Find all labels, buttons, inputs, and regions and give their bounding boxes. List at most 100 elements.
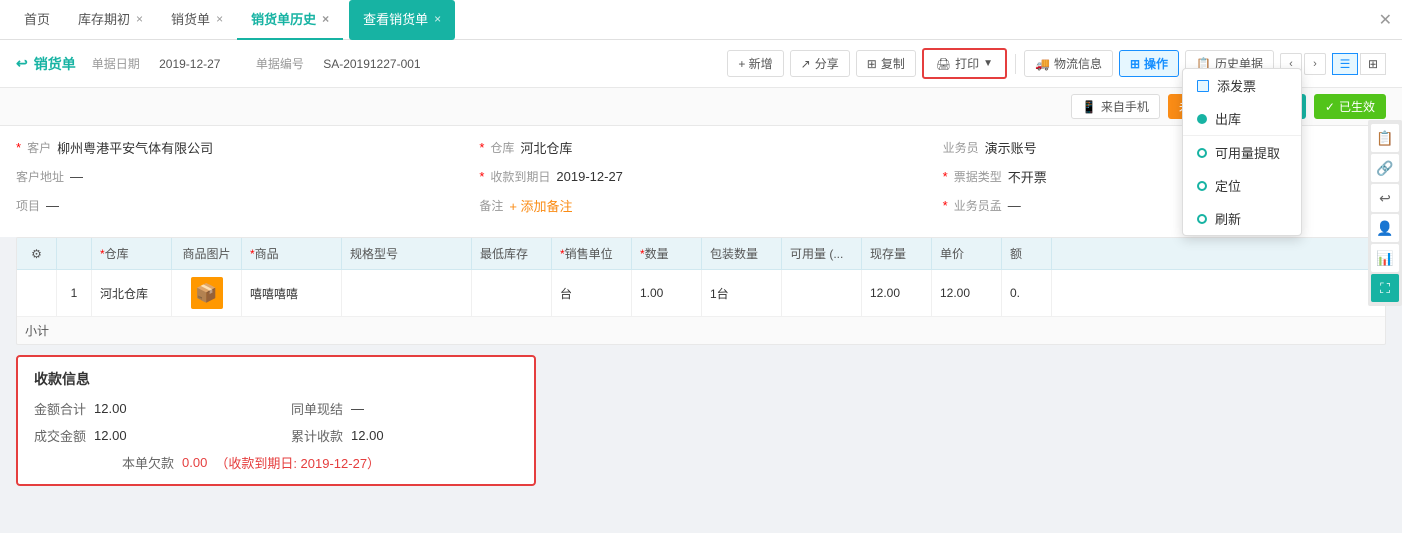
sidebar-link-icon[interactable]: 🔗 bbox=[1371, 154, 1399, 182]
same-order-item: 同单现结 — bbox=[291, 399, 518, 418]
add-note-button[interactable]: + 添加备注 bbox=[509, 196, 572, 215]
warehouse-field: * 仓库 河北仓库 bbox=[479, 138, 922, 157]
owed-item: 本单欠款 0.00 （收款到期日: 2019-12-27） bbox=[34, 453, 518, 472]
salesperson-label: 业务员 bbox=[943, 139, 979, 156]
sidebar-chart-icon[interactable]: 📊 bbox=[1371, 244, 1399, 272]
address-field: 客户地址 — bbox=[16, 168, 459, 185]
th-qty: * 数量 bbox=[632, 238, 702, 269]
deal-amount-value: 12.00 bbox=[94, 428, 127, 443]
dropdown-locate[interactable]: 定位 bbox=[1183, 169, 1301, 202]
dropdown-refresh[interactable]: 刷新 bbox=[1183, 202, 1301, 235]
total-value: 12.00 bbox=[94, 401, 127, 416]
sidebar-user-icon[interactable]: 👤 bbox=[1371, 214, 1399, 242]
note-label: 备注 bbox=[479, 197, 503, 214]
effective-button[interactable]: ✓ 已生效 bbox=[1314, 94, 1386, 119]
td-avail bbox=[782, 270, 862, 316]
date-value: 2019-12-27 bbox=[159, 57, 220, 71]
owed-value: 0.00 bbox=[182, 455, 207, 470]
copy-icon: ⊞ bbox=[867, 57, 877, 71]
no-value: SA-20191227-001 bbox=[323, 57, 420, 71]
form-row-2: 客户地址 — * 收款到期日 2019-12-27 * 票据类型 不开票 bbox=[16, 167, 1386, 186]
from-phone-button[interactable]: 📱 来自手机 bbox=[1071, 94, 1160, 119]
td-spec bbox=[342, 270, 472, 316]
td-price: 12.00 bbox=[932, 270, 1002, 316]
same-order-label: 同单现结 bbox=[291, 399, 343, 418]
cumulative-value: 12.00 bbox=[351, 428, 384, 443]
salesperson2-field: * 业务员孟 — bbox=[943, 197, 1386, 214]
dropdown-avail[interactable]: 可用量提取 bbox=[1183, 136, 1301, 169]
tab-bar: 首页 库存期初 × 销货单 × 销货单历史 × 查看销货单 × ✕ bbox=[0, 0, 1402, 40]
product-table: ⚙ * 仓库 商品图片 * 商品 规格型号 最低库存 * 销售单位 * 数量 包… bbox=[16, 237, 1386, 345]
required-mark2: * bbox=[479, 140, 484, 155]
tab-close-sales[interactable]: × bbox=[216, 12, 223, 26]
td-product: 嘻嘻嘻嘻 bbox=[242, 270, 342, 316]
cumulative-label: 累计收款 bbox=[291, 426, 343, 445]
form-row-1: * 客户 柳州粤港平安气体有限公司 * 仓库 河北仓库 业务员 演示账号 bbox=[16, 138, 1386, 157]
print-button[interactable]: 🖨 打印 ▼ bbox=[926, 51, 1003, 76]
customer-label: 客户 bbox=[27, 139, 51, 156]
th-warehouse: * 仓库 bbox=[92, 238, 172, 269]
th-product: * 商品 bbox=[242, 238, 342, 269]
tab-close-view[interactable]: × bbox=[434, 12, 441, 26]
tab-init-inventory[interactable]: 库存期初 × bbox=[64, 0, 157, 40]
form-header-left: ↩ 销货单 单据日期 2019-12-27 单据编号 SA-20191227-0… bbox=[16, 54, 437, 74]
list-view-button[interactable]: ☰ bbox=[1332, 53, 1358, 75]
share-button[interactable]: ↗ 分享 bbox=[790, 50, 850, 77]
th-extra: 额 bbox=[1002, 238, 1052, 269]
tab-close-history[interactable]: × bbox=[322, 12, 329, 26]
date-label: 单据日期 bbox=[92, 57, 140, 71]
th-spec: 规格型号 bbox=[342, 238, 472, 269]
project-field: 项目 — bbox=[16, 197, 459, 214]
td-warehouse: 河北仓库 bbox=[92, 270, 172, 316]
total-item: 金额合计 12.00 bbox=[34, 399, 261, 418]
sidebar-return-icon[interactable]: ↩ bbox=[1371, 184, 1399, 212]
salesperson2-label: 业务员孟 bbox=[954, 197, 1002, 214]
form-icon: ↩ bbox=[16, 55, 28, 72]
form-row-3: 项目 — 备注 + 添加备注 * 业务员孟 — bbox=[16, 196, 1386, 215]
logistics-button[interactable]: 🚚 物流信息 bbox=[1024, 50, 1113, 77]
print-dropdown-icon: ▼ bbox=[983, 58, 993, 69]
copy-button[interactable]: ⊞ 复制 bbox=[856, 50, 916, 77]
tab-home[interactable]: 首页 bbox=[10, 0, 64, 40]
td-unit: 台 bbox=[552, 270, 632, 316]
table-subtotal-row: 小计 bbox=[17, 317, 1385, 344]
th-image: 商品图片 bbox=[172, 238, 242, 269]
effective-check-icon: ✓ bbox=[1325, 100, 1335, 114]
td-min-stock bbox=[472, 270, 552, 316]
new-button[interactable]: + 新增 bbox=[727, 50, 783, 77]
next-arrow[interactable]: › bbox=[1304, 53, 1326, 75]
required-mark: * bbox=[16, 140, 21, 155]
form-title: ↩ 销货单 bbox=[16, 54, 76, 74]
warehouse-value: 河北仓库 bbox=[520, 138, 572, 157]
td-no: 1 bbox=[57, 270, 92, 316]
td-image: 📦 bbox=[172, 270, 242, 316]
td-pack: 1台 bbox=[702, 270, 782, 316]
dropdown-add-invoice[interactable]: 添发票 bbox=[1183, 69, 1301, 102]
operation-button[interactable]: ⊞ 操作 bbox=[1119, 50, 1179, 77]
right-sidebar: 📋 🔗 ↩ 👤 📊 ⛶ bbox=[1368, 120, 1402, 306]
customer-value: 柳州粤港平安气体有限公司 bbox=[57, 138, 213, 157]
payment-date-value: 2019-12-27 bbox=[556, 169, 623, 184]
tab-close-init[interactable]: × bbox=[136, 12, 143, 26]
operation-dropdown: 添发票 出库 可用量提取 定位 刷新 bbox=[1182, 68, 1302, 236]
window-close-icon[interactable]: ✕ bbox=[1379, 10, 1392, 30]
tab-sales-order[interactable]: 销货单 × bbox=[157, 0, 237, 40]
total-label: 金额合计 bbox=[34, 399, 86, 418]
ticket-type-field: * 票据类型 不开票 bbox=[943, 167, 1386, 186]
tab-view-sales[interactable]: 查看销货单 × bbox=[349, 0, 455, 40]
required-mark4: * bbox=[943, 169, 948, 184]
print-icon: 🖨 bbox=[936, 57, 951, 71]
dropdown-outbound[interactable]: 出库 bbox=[1183, 102, 1301, 135]
tab-sales-history[interactable]: 销货单历史 × bbox=[237, 0, 343, 40]
th-settings[interactable]: ⚙ bbox=[17, 238, 57, 269]
required-mark3: * bbox=[479, 169, 484, 184]
grid-view-button[interactable]: ⊞ bbox=[1360, 53, 1386, 75]
operation-icon: ⊞ bbox=[1130, 57, 1140, 71]
logistics-icon: 🚚 bbox=[1035, 57, 1050, 71]
warehouse-label: 仓库 bbox=[490, 139, 514, 156]
sidebar-expand-icon[interactable]: ⛶ bbox=[1371, 274, 1399, 302]
cumulative-item: 累计收款 12.00 bbox=[291, 426, 518, 445]
td-settings[interactable] bbox=[17, 270, 57, 316]
sidebar-clipboard-icon[interactable]: 📋 bbox=[1371, 124, 1399, 152]
share-icon: ↗ bbox=[801, 57, 811, 71]
